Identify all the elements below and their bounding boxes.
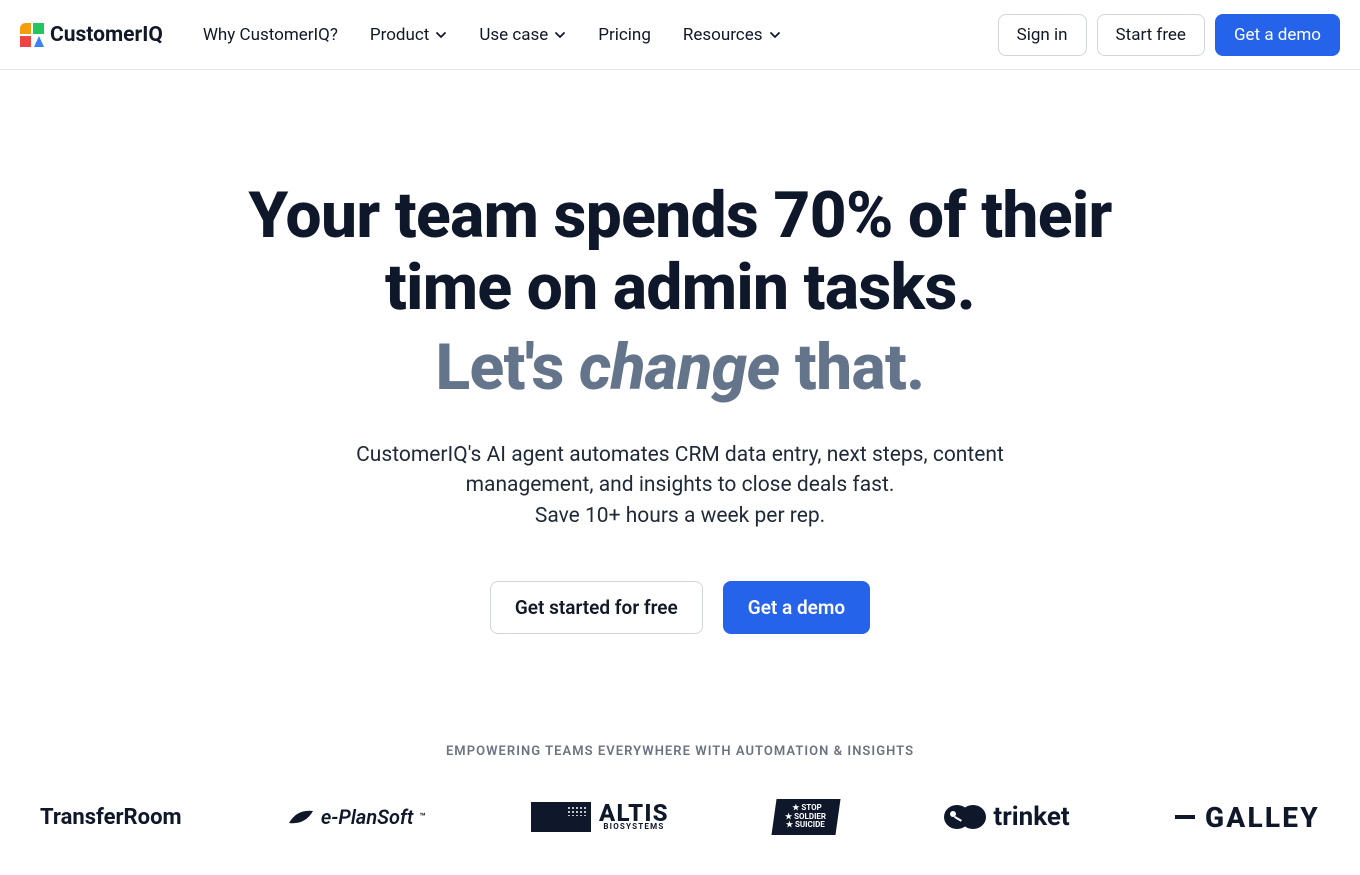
client-logo-trinket: trinket [943,802,1069,832]
client-logo-row: TransferRoom e-PlanSoft ™ ALTIS BIOSYSTE… [40,799,1320,835]
hero-demo-button[interactable]: Get a demo [723,581,870,634]
start-free-button[interactable]: Start free [1097,14,1205,56]
nav-pricing[interactable]: Pricing [598,25,651,45]
client-logo-altis: ALTIS BIOSYSTEMS [531,802,669,832]
hero-cta-row: Get started for free Get a demo [40,581,1320,634]
hero-headline: Your team spends 70% of their time on ad… [180,180,1180,323]
nav-label: Use case [479,25,548,45]
logo-link[interactable]: CustomerIQ [20,23,163,47]
trademark-icon: ™ [419,812,425,823]
chevron-down-icon [769,29,781,41]
nav-why[interactable]: Why CustomerIQ? [203,25,338,45]
header-actions: Sign in Start free Get a demo [998,14,1340,56]
client-logo-galley: GALLEY [1175,801,1320,834]
site-header: CustomerIQ Why CustomerIQ? Product Use c… [0,0,1360,70]
hero-subline: Let's change that. [40,333,1320,403]
chevron-down-icon [554,29,566,41]
get-started-button[interactable]: Get started for free [490,581,703,634]
subline-emphasis: change [579,330,780,405]
client-logo-text: e-PlanSoft [321,805,414,829]
client-logo-text: TransferRoom [40,805,182,830]
client-logo-text: GALLEY [1205,801,1320,834]
dash-icon [1175,815,1195,819]
logo-text: CustomerIQ [50,23,163,47]
nav-product[interactable]: Product [370,25,447,45]
leaf-icon [287,807,315,827]
client-logo-eplansoft: e-PlanSoft ™ [287,805,426,829]
client-logo-sss: ★ STOP★ SOLDIER★ SUICIDE [774,799,838,835]
client-logo-subtext: BIOSYSTEMS [599,824,669,831]
get-demo-button[interactable]: Get a demo [1215,14,1340,56]
subline-prefix: Let's [436,330,579,405]
nav-resources[interactable]: Resources [683,25,781,45]
nav-label: Why CustomerIQ? [203,25,338,45]
primary-nav: Why CustomerIQ? Product Use case Pricing… [203,25,781,45]
client-logo-transferroom: TransferRoom [40,805,182,830]
nav-usecase[interactable]: Use case [479,25,566,45]
nav-label: Pricing [598,25,651,45]
signin-button[interactable]: Sign in [998,14,1087,56]
subline-suffix: that. [780,330,925,405]
social-tagline: EMPOWERING TEAMS EVERYWHERE WITH AUTOMAT… [40,744,1320,759]
hero-description-2: Save 10+ hours a week per rep. [310,501,1050,531]
altis-bars-icon [531,802,591,832]
nav-label: Resources [683,25,763,45]
social-proof-section: EMPOWERING TEAMS EVERYWHERE WITH AUTOMAT… [0,714,1360,875]
hero-description-1: CustomerIQ's AI agent automates CRM data… [310,440,1050,501]
trinket-icon [943,804,987,830]
nav-label: Product [370,25,429,45]
client-logo-text: trinket [993,802,1069,832]
chevron-down-icon [435,29,447,41]
sss-badge-icon: ★ STOP★ SOLDIER★ SUICIDE [772,799,841,835]
hero-section: Your team spends 70% of their time on ad… [0,70,1360,714]
client-logo-text: ALTIS [599,803,669,823]
logo-icon [20,23,44,47]
